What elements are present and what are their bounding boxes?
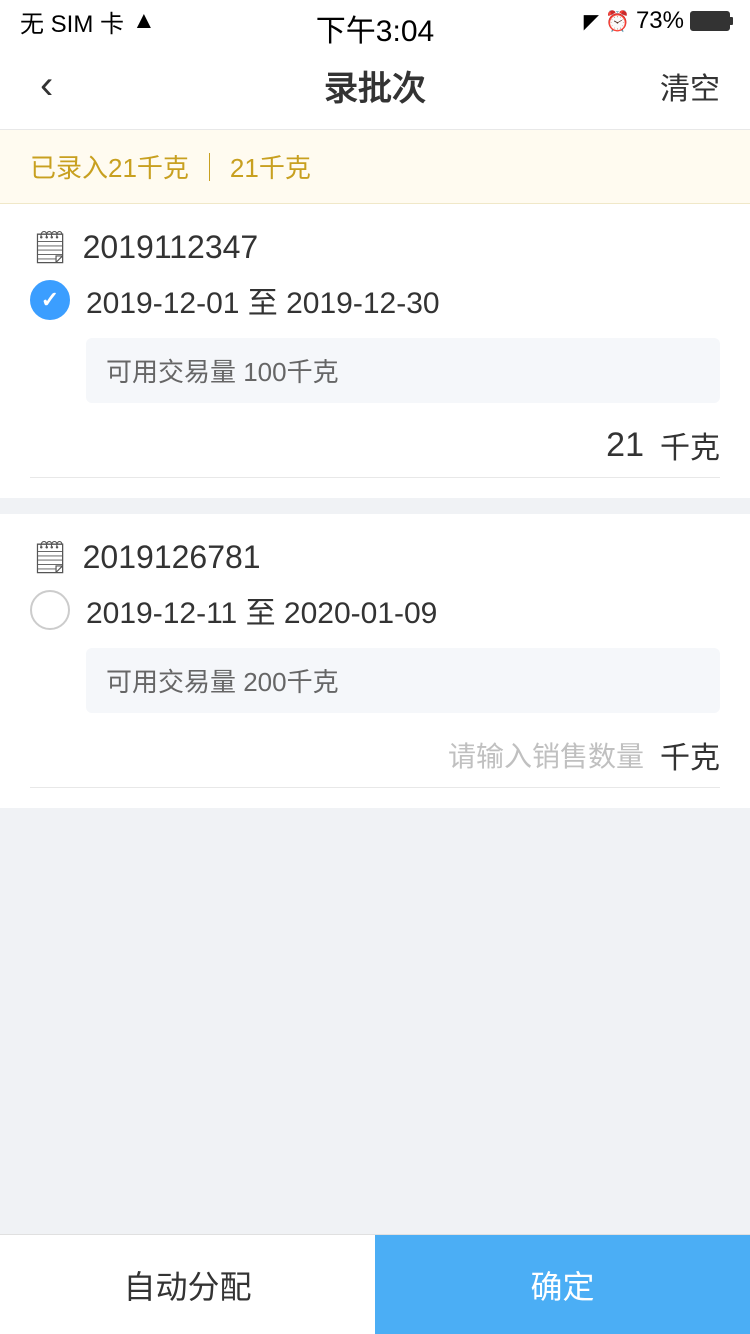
batch-card-2: 🗒 2019126781 2019-12-11 至 2020-01-09 可用交… [0, 514, 750, 808]
batch-qty-unit-2: 千克 [660, 733, 720, 777]
doc-icon-1: 🗒 [30, 228, 71, 266]
info-value: 21千克 [230, 148, 311, 185]
batch-header-1: 🗒 2019112347 [30, 228, 720, 266]
info-banner: 已录入21千克 21千克 [0, 130, 750, 204]
batch-date-row-2[interactable]: 2019-12-11 至 2020-01-09 [30, 588, 720, 632]
radio-1[interactable] [30, 280, 70, 320]
batch-header-2: 🗒 2019126781 [30, 538, 720, 576]
batch-card-1: 🗒 2019112347 2019-12-01 至 2019-12-30 可用交… [0, 204, 750, 498]
batch-avail-2: 可用交易量 200千克 [106, 667, 339, 697]
clear-button[interactable]: 清空 [660, 64, 720, 108]
status-left: 无 SIM 卡 ▲ [20, 4, 156, 39]
status-right: ◤ ⏰ 73% [584, 7, 730, 35]
batch-qty-unit-1: 千克 [660, 423, 720, 467]
batch-qty-row-1: 千克 [30, 423, 720, 478]
batch-date-1: 2019-12-01 至 2019-12-30 [86, 278, 440, 322]
auto-distribute-button[interactable]: 自动分配 [0, 1235, 375, 1334]
bottom-area [0, 808, 750, 1258]
location-icon: ◤ [584, 9, 599, 34]
batch-id-2: 2019126781 [83, 539, 261, 576]
batch-date-row-1[interactable]: 2019-12-01 至 2019-12-30 [30, 278, 720, 322]
info-separator [209, 153, 210, 181]
confirm-button[interactable]: 确定 [375, 1235, 750, 1334]
batch-date-2: 2019-12-11 至 2020-01-09 [86, 588, 437, 632]
battery-label: 73% [636, 7, 684, 35]
doc-icon-2: 🗒 [30, 538, 71, 576]
batch-avail-row-2: 可用交易量 200千克 [86, 648, 720, 713]
radio-2[interactable] [30, 590, 70, 630]
battery-icon [690, 11, 730, 31]
batch-qty-row-2: 千克 [30, 733, 720, 788]
batch-id-1: 2019112347 [83, 229, 259, 266]
info-label: 已录入21千克 [30, 148, 189, 185]
bottom-buttons: 自动分配 确定 [0, 1234, 750, 1334]
wifi-icon: ▲ [132, 7, 156, 35]
batch-avail-1: 可用交易量 100千克 [106, 357, 339, 387]
batch-qty-input-1[interactable] [201, 426, 644, 465]
batch-avail-row-1: 可用交易量 100千克 [86, 338, 720, 403]
batch-qty-input-2[interactable] [201, 736, 644, 775]
sim-label: 无 SIM 卡 [20, 4, 124, 39]
section-divider [0, 498, 750, 514]
nav-bar: ‹ 录批次 清空 [0, 42, 750, 130]
back-button[interactable]: ‹ [30, 53, 63, 118]
page-title: 录批次 [324, 61, 426, 110]
status-bar: 无 SIM 卡 ▲ 下午3:04 ◤ ⏰ 73% [0, 0, 750, 42]
alarm-icon: ⏰ [605, 9, 630, 34]
status-time: 下午3:04 [316, 6, 434, 50]
